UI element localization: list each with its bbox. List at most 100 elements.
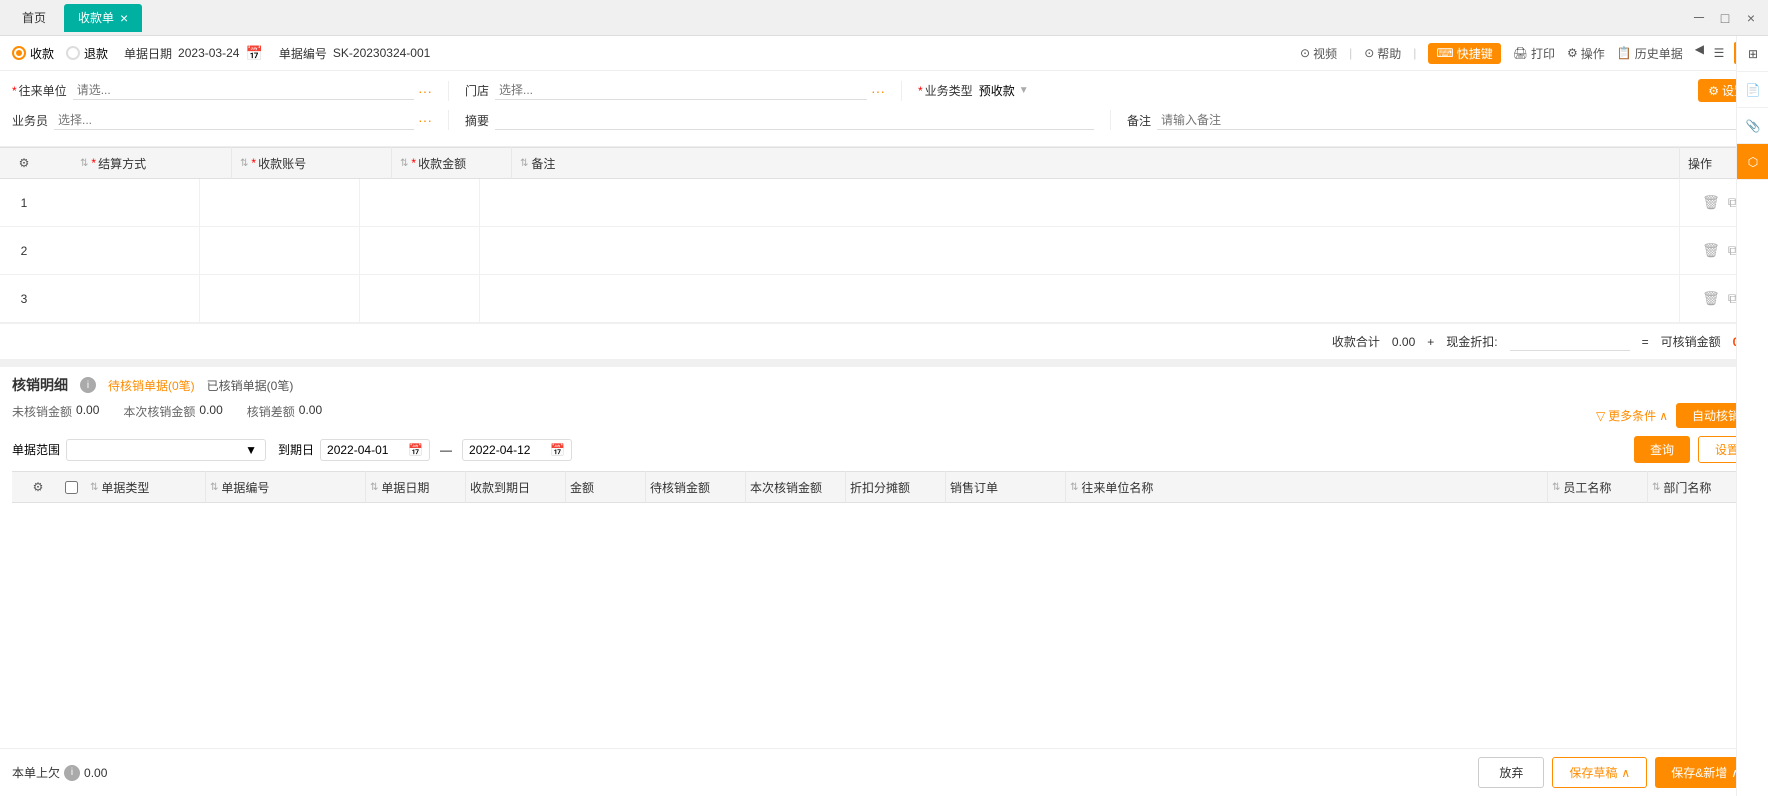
date-from-input[interactable]: 2022-04-01 📅 bbox=[320, 439, 430, 461]
th-jine-required: * bbox=[411, 156, 416, 170]
abandon-btn[interactable]: 放弃 bbox=[1478, 757, 1544, 788]
hexiao-info-icon[interactable]: i bbox=[80, 377, 96, 393]
operation-btn[interactable]: ⚙ 操作 bbox=[1567, 45, 1605, 62]
form-row-2: 业务员 ··· 摘要 备注 bbox=[12, 110, 1756, 130]
t2-select-all[interactable] bbox=[56, 481, 86, 494]
save-draft-arrow-icon: ∧ bbox=[1621, 766, 1630, 780]
row3-jiesuan[interactable] bbox=[40, 275, 200, 323]
counterpart-ellipsis-btn[interactable]: ··· bbox=[418, 83, 432, 99]
store-input[interactable] bbox=[495, 81, 867, 100]
staff-ellipsis-btn[interactable]: ··· bbox=[418, 112, 432, 128]
date-separator: — bbox=[440, 443, 452, 457]
row2-jiesuan[interactable] bbox=[40, 227, 200, 275]
nav-prev-icon[interactable]: ◀ bbox=[1695, 42, 1704, 64]
print-btn[interactable]: 🖨 打印 bbox=[1513, 45, 1555, 62]
row1-delete-icon[interactable]: 🗑 bbox=[1702, 194, 1720, 211]
row2-beizhu[interactable] bbox=[480, 227, 1680, 275]
t2-gear-icon[interactable]: ⚙ bbox=[20, 480, 56, 494]
done-tab[interactable]: 已核销单据(0笔) bbox=[207, 377, 294, 394]
th-shoukuan-required: * bbox=[251, 156, 256, 170]
row3-delete-icon[interactable]: 🗑 bbox=[1702, 290, 1720, 307]
row3-jine[interactable] bbox=[360, 275, 480, 323]
tab-home[interactable]: 首页 bbox=[8, 4, 60, 32]
divider-2 bbox=[901, 81, 902, 101]
store-ellipsis-btn[interactable]: ··· bbox=[871, 83, 885, 99]
table-gear-icon[interactable]: ⚙ bbox=[8, 156, 40, 170]
calendar-icon[interactable]: 📅 bbox=[245, 45, 262, 62]
th-jiesuan-sort-icon: ⇅ bbox=[80, 158, 88, 169]
right-sidebar: ⊞ 📄 📎 ⬡ bbox=[1736, 36, 1768, 796]
summary-plus: + bbox=[1427, 335, 1434, 349]
row1-shoukuan[interactable] bbox=[200, 179, 360, 227]
close-btn[interactable]: × bbox=[1742, 9, 1760, 27]
summary-total-label: 收款合计 bbox=[1332, 333, 1380, 350]
history-icon: 📋 bbox=[1617, 46, 1632, 60]
sidebar-screenshot-icon[interactable]: ⬡ bbox=[1737, 144, 1768, 180]
remark-input[interactable] bbox=[1157, 111, 1756, 130]
t2-th-counterpart: ⇅ 往来单位名称 bbox=[1066, 471, 1548, 503]
row3-num: 3 bbox=[8, 292, 40, 306]
divider-4 bbox=[1110, 110, 1111, 130]
more-cond-btn[interactable]: ▽ 更多条件 ∧ bbox=[1596, 407, 1668, 424]
t2-receipt-date-label: 收款到期日 bbox=[470, 479, 530, 496]
range-dropdown-icon: ▼ bbox=[245, 443, 257, 457]
hexiao-title: 核销明细 bbox=[12, 375, 68, 395]
counterpart-input[interactable] bbox=[73, 81, 414, 100]
sidebar-table-icon[interactable]: ⊞ bbox=[1737, 36, 1768, 72]
table-row: 3 🗑 ⧉ bbox=[0, 275, 1768, 323]
radio-shoukuan[interactable]: 收款 bbox=[12, 45, 54, 62]
radio-tuikuan[interactable]: 退款 bbox=[66, 45, 108, 62]
table-row: 1 🗑 ⧉ bbox=[0, 179, 1768, 227]
row2-shoukuan[interactable] bbox=[200, 227, 360, 275]
help-btn[interactable]: ⊙ 帮助 bbox=[1364, 45, 1401, 62]
counterpart-label: 往来单位 bbox=[19, 82, 67, 99]
store-field: 门店 ··· bbox=[465, 81, 885, 100]
summary-discount-input[interactable] bbox=[1510, 332, 1630, 351]
pending-tab[interactable]: 待核销单据(0笔) bbox=[108, 377, 195, 394]
row1-beizhu[interactable] bbox=[480, 179, 1680, 227]
query-btn[interactable]: 查询 bbox=[1634, 436, 1690, 463]
hexiao-section: 核销明细 i 待核销单据(0笔) 已核销单据(0笔) 未核销金额 0.00 本次… bbox=[0, 359, 1768, 748]
sidebar-receipt-icon[interactable]: 📄 bbox=[1737, 72, 1768, 108]
tab-close-icon[interactable]: × bbox=[120, 10, 128, 26]
sidebar-attachment-icon[interactable]: 📎 bbox=[1737, 108, 1768, 144]
video-btn[interactable]: ⊙ 视频 bbox=[1300, 45, 1337, 62]
save-draft-btn[interactable]: 保存草稿 ∧ bbox=[1552, 757, 1647, 788]
range-select[interactable]: ▼ bbox=[66, 439, 266, 461]
row2-jine[interactable] bbox=[360, 227, 480, 275]
business-type-dropdown-icon[interactable]: ▼ bbox=[1019, 85, 1029, 96]
row3-shoukuan[interactable] bbox=[200, 275, 360, 323]
date-to-value: 2022-04-12 bbox=[469, 443, 530, 457]
row3-beizhu[interactable] bbox=[480, 275, 1680, 323]
select-all-checkbox[interactable] bbox=[65, 481, 78, 494]
history-btn[interactable]: 📋 历史单据 bbox=[1617, 45, 1683, 62]
bottom-right-btns: 放弃 保存草稿 ∧ 保存&新增 ∧ bbox=[1478, 757, 1756, 788]
business-type-value: 预收款 bbox=[979, 82, 1015, 99]
summary-available-label: 可核销金额 bbox=[1661, 333, 1721, 350]
t2-counterpart-label: 往来单位名称 bbox=[1081, 479, 1153, 496]
t2-sort-dept-icon: ⇅ bbox=[1652, 482, 1660, 493]
maximize-btn[interactable]: □ bbox=[1716, 9, 1734, 27]
tab-current[interactable]: 收款单 × bbox=[64, 4, 142, 32]
business-type-required: * bbox=[918, 84, 923, 98]
summary-label: 摘要 bbox=[465, 112, 489, 129]
list-view-icon[interactable]: ☰ bbox=[1708, 42, 1730, 64]
shortcut-btn[interactable]: ⌨ 快捷键 bbox=[1428, 43, 1500, 64]
row1-jiesuan[interactable] bbox=[40, 179, 200, 227]
th-jine-sort-icon: ⇅ bbox=[400, 158, 408, 169]
row2-delete-icon[interactable]: 🗑 bbox=[1702, 242, 1720, 259]
business-type-field: * 业务类型 预收款 ▼ ⚙ 设置 bbox=[918, 79, 1756, 102]
toolbar-right: ⊙ 视频 | ⊙ 帮助 | ⌨ 快捷键 🖨 打印 ⚙ 操作 📋 bbox=[1300, 42, 1756, 64]
th-jiesuan-label: 结算方式 bbox=[98, 155, 146, 172]
summary-input[interactable] bbox=[495, 111, 1094, 130]
bottom-info-icon[interactable]: i bbox=[64, 765, 80, 781]
staff-input[interactable] bbox=[54, 111, 414, 130]
table-section: ⚙ ⇅ * 结算方式 ⇅ * 收款账号 ⇅ * 收款金额 ⇅ 备注 bbox=[0, 147, 1768, 323]
shortcut-label: 快捷键 bbox=[1457, 45, 1493, 62]
date-to-input[interactable]: 2022-04-12 📅 bbox=[462, 439, 572, 461]
operation-label: 操作 bbox=[1581, 45, 1605, 62]
t2-sort-type-icon: ⇅ bbox=[90, 482, 98, 493]
minimize-btn[interactable]: － bbox=[1690, 9, 1708, 27]
hexiao-stats: 未核销金额 0.00 本次核销金额 0.00 核销差额 0.00 ▽ 更多条件 … bbox=[12, 403, 1756, 428]
row1-jine[interactable] bbox=[360, 179, 480, 227]
